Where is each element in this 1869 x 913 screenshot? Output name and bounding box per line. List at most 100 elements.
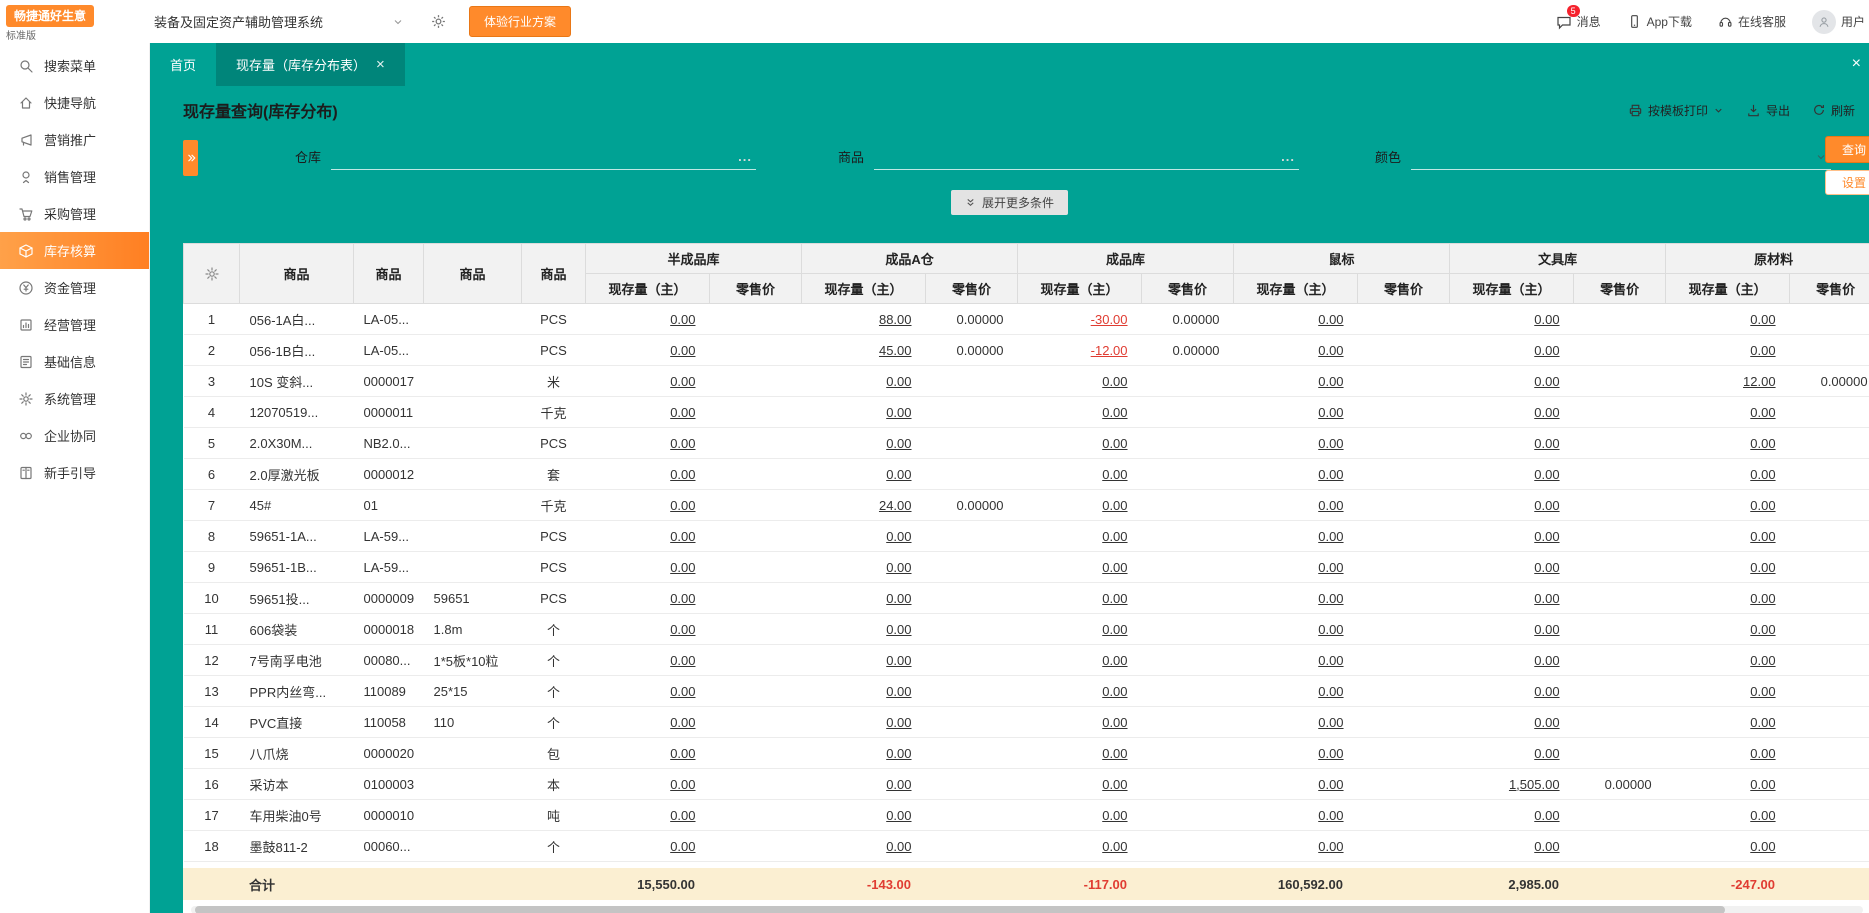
- qty-cell[interactable]: 0.00: [585, 365, 710, 397]
- qty-cell[interactable]: 0.00: [1665, 427, 1790, 459]
- qty-link[interactable]: 0.00: [1534, 467, 1559, 482]
- qty-link[interactable]: 0.00: [1102, 436, 1127, 451]
- qty-cell[interactable]: 0.00: [801, 427, 926, 459]
- table-row[interactable]: 4 12070519... 0000011 千克 0.00 0.00 0.00 0.00 0.0…: [183, 396, 1869, 428]
- qty-link[interactable]: 0.00: [1534, 839, 1559, 854]
- qty-cell[interactable]: 0.00: [1233, 830, 1358, 862]
- column-header-price[interactable]: 零售价: [1573, 273, 1667, 304]
- app-download-button[interactable]: App下载: [1627, 13, 1692, 30]
- qty-cell[interactable]: 88.00: [801, 303, 926, 335]
- qty-cell[interactable]: 0.00: [1233, 334, 1358, 366]
- qty-link[interactable]: 0.00: [1318, 653, 1343, 668]
- sidebar-item-collaboration[interactable]: 企业协同: [0, 417, 149, 454]
- qty-link[interactable]: 0.00: [1102, 591, 1127, 606]
- qty-link[interactable]: 0.00: [670, 839, 695, 854]
- qty-link[interactable]: 0.00: [1534, 343, 1559, 358]
- qty-cell[interactable]: 0.00: [1233, 582, 1358, 614]
- sidebar-item-inventory[interactable]: 库存核算: [0, 232, 149, 269]
- qty-link[interactable]: 1,505.00: [1509, 777, 1560, 792]
- qty-link[interactable]: 0.00: [1318, 715, 1343, 730]
- filter-expand-toggle[interactable]: [183, 140, 198, 176]
- qty-link[interactable]: 0.00: [1534, 529, 1559, 544]
- qty-cell[interactable]: 0.00: [585, 830, 710, 862]
- qty-link[interactable]: 0.00: [670, 653, 695, 668]
- qty-link[interactable]: 0.00: [670, 560, 695, 575]
- qty-link[interactable]: 88.00: [879, 312, 912, 327]
- tabbar-close-icon[interactable]: ×: [1852, 55, 1861, 73]
- qty-link[interactable]: 0.00: [1534, 560, 1559, 575]
- qty-link[interactable]: 0.00: [670, 622, 695, 637]
- qty-cell[interactable]: 0.00: [1017, 768, 1142, 800]
- qty-link[interactable]: 0.00: [1534, 374, 1559, 389]
- sidebar-item-operations[interactable]: 经营管理: [0, 306, 149, 343]
- warehouse-input[interactable]: ...: [331, 144, 757, 170]
- qty-cell[interactable]: 0.00: [1233, 768, 1358, 800]
- qty-cell[interactable]: 0.00: [1017, 737, 1142, 769]
- qty-link[interactable]: 0.00: [670, 343, 695, 358]
- qty-cell[interactable]: 0.00: [1017, 458, 1142, 490]
- table-row[interactable]: 17 车用柴油0号 0000010 吨 0.00 0.00 0.00 0.00 0.00 0.00: [183, 799, 1869, 831]
- table-row[interactable]: 2 056-1B白... LA-05... PCS 0.00 45.00 0.00000 -1…: [183, 334, 1869, 366]
- qty-cell[interactable]: 0.00: [801, 799, 926, 831]
- qty-link[interactable]: 0.00: [1750, 591, 1775, 606]
- qty-link[interactable]: 0.00: [670, 405, 695, 420]
- qty-link[interactable]: 45.00: [879, 343, 912, 358]
- qty-link[interactable]: 0.00: [1318, 746, 1343, 761]
- qty-link[interactable]: 0.00: [1318, 312, 1343, 327]
- qty-link[interactable]: 0.00: [886, 839, 911, 854]
- qty-cell[interactable]: 0.00: [1449, 613, 1574, 645]
- sidebar-item-quick-nav[interactable]: 快捷导航: [0, 84, 149, 121]
- qty-link[interactable]: 0.00: [1318, 405, 1343, 420]
- qty-link[interactable]: 0.00: [1318, 467, 1343, 482]
- product-input[interactable]: ...: [874, 144, 1300, 170]
- qty-cell[interactable]: 0.00: [1233, 303, 1358, 335]
- tab-inventory-distribution[interactable]: 现存量（库存分布表） ×: [216, 43, 405, 86]
- qty-cell[interactable]: 0.00: [1017, 427, 1142, 459]
- qty-cell[interactable]: 0.00: [1233, 365, 1358, 397]
- qty-cell[interactable]: 0.00: [1665, 334, 1790, 366]
- tab-home[interactable]: 首页: [150, 43, 216, 86]
- qty-link[interactable]: 0.00: [670, 312, 695, 327]
- column-header-item[interactable]: 商品: [239, 243, 354, 304]
- qty-cell[interactable]: 0.00: [1449, 799, 1574, 831]
- qty-link[interactable]: 0.00: [1102, 684, 1127, 699]
- qty-cell[interactable]: 0.00: [1449, 489, 1574, 521]
- qty-cell[interactable]: -30.00: [1017, 303, 1142, 335]
- table-row[interactable]: 13 PPR内丝弯... 110089 25*15 个 0.00 0.00 0.00 0.00 0…: [183, 675, 1869, 707]
- qty-link[interactable]: 0.00: [886, 405, 911, 420]
- qty-link[interactable]: 0.00: [886, 653, 911, 668]
- qty-link[interactable]: 0.00: [1102, 777, 1127, 792]
- qty-link[interactable]: 0.00: [1534, 405, 1559, 420]
- qty-cell[interactable]: 0.00: [1017, 644, 1142, 676]
- qty-link[interactable]: 0.00: [1534, 498, 1559, 513]
- qty-cell[interactable]: 0.00: [1449, 396, 1574, 428]
- qty-cell[interactable]: 0.00: [585, 706, 710, 738]
- qty-link[interactable]: 0.00: [1534, 746, 1559, 761]
- qty-link[interactable]: 0.00: [1534, 591, 1559, 606]
- qty-cell[interactable]: 0.00: [585, 551, 710, 583]
- qty-link[interactable]: 0.00: [1318, 622, 1343, 637]
- qty-link[interactable]: 0.00: [1102, 405, 1127, 420]
- color-input[interactable]: [1411, 144, 1832, 170]
- qty-link[interactable]: 0.00: [1102, 498, 1127, 513]
- table-row[interactable]: 12 7号南孚电池 00080... 1*5板*10粒个 0.00 0.00 0.00 0.0…: [183, 644, 1869, 676]
- qty-cell[interactable]: 0.00: [585, 458, 710, 490]
- qty-link[interactable]: 0.00: [1750, 777, 1775, 792]
- qty-cell[interactable]: 0.00: [1233, 706, 1358, 738]
- qty-cell[interactable]: 12.00: [1665, 365, 1790, 397]
- qty-cell[interactable]: 0.00: [1665, 489, 1790, 521]
- qty-cell[interactable]: 0.00: [1665, 737, 1790, 769]
- qty-cell[interactable]: 0.00: [1017, 613, 1142, 645]
- user-menu[interactable]: 用户: [1811, 9, 1865, 34]
- qty-link[interactable]: 0.00: [1318, 808, 1343, 823]
- qty-cell[interactable]: 0.00: [1017, 551, 1142, 583]
- sidebar-item-system[interactable]: 系统管理: [0, 380, 149, 417]
- qty-cell[interactable]: 0.00: [801, 365, 926, 397]
- qty-cell[interactable]: 0.00: [1449, 551, 1574, 583]
- qty-link[interactable]: -12.00: [1091, 343, 1128, 358]
- qty-link[interactable]: 0.00: [886, 436, 911, 451]
- qty-link[interactable]: 0.00: [1102, 808, 1127, 823]
- column-header-price[interactable]: 零售价: [1789, 273, 1869, 304]
- qty-link[interactable]: 0.00: [886, 715, 911, 730]
- qty-link[interactable]: 0.00: [1750, 653, 1775, 668]
